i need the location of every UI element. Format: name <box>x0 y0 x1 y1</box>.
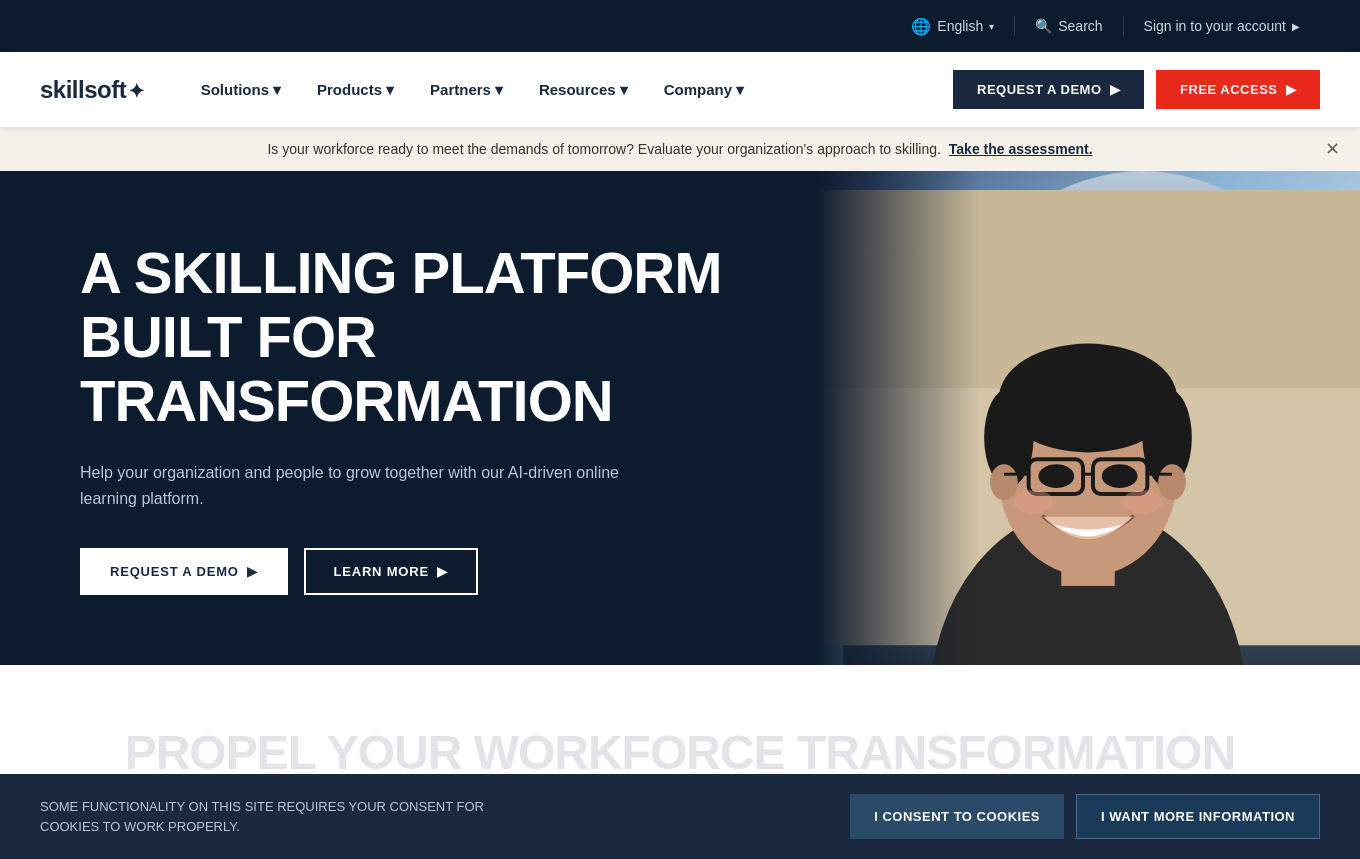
signin-arrow: ▶ <box>1292 21 1300 32</box>
hero-gradient-overlay <box>816 171 1360 665</box>
cookie-banner: SOME FUNCTIONALITY ON THIS SITE REQUIRES… <box>0 774 1360 800</box>
logo-area[interactable]: skillsoft✦ <box>40 76 145 104</box>
search-label: Search <box>1058 18 1102 34</box>
demo-arrow-icon: ▶ <box>1110 82 1121 97</box>
free-arrow-icon: ▶ <box>1286 82 1297 97</box>
more-info-button[interactable]: I WANT MORE INFORMATION <box>1076 794 1320 800</box>
request-demo-button[interactable]: REQUEST A DEMO ▶ <box>953 70 1144 109</box>
nav-item-products[interactable]: Products ▾ <box>301 73 410 107</box>
nav-item-company[interactable]: Company ▾ <box>648 73 760 107</box>
search-icon: 🔍 <box>1035 18 1052 34</box>
chevron-down-icon: ▾ <box>620 81 628 99</box>
hero-learn-button[interactable]: LEARN MORE ▶ <box>304 548 478 595</box>
logo-asterisk: ✦ <box>128 80 145 102</box>
logo[interactable]: skillsoft✦ <box>40 76 145 104</box>
nav-cta-area: REQUEST A DEMO ▶ FREE ACCESS ▶ <box>953 70 1320 109</box>
hero-demo-arrow-icon: ▶ <box>247 564 258 579</box>
nav-items: Solutions ▾ Products ▾ Partners ▾ Resour… <box>185 73 953 107</box>
chevron-down-icon: ▾ <box>736 81 744 99</box>
announcement-link[interactable]: Take the assessment. <box>949 141 1093 157</box>
nav-item-partners[interactable]: Partners ▾ <box>414 73 519 107</box>
announcement-text: Is your workforce ready to meet the dema… <box>267 141 940 157</box>
language-selector[interactable]: 🌐 English ▾ <box>891 17 1014 36</box>
nav-item-resources[interactable]: Resources ▾ <box>523 73 644 107</box>
logo-text: skillsoft✦ <box>40 76 145 104</box>
banner-close-button[interactable]: ✕ <box>1325 138 1340 160</box>
chevron-down-icon: ▾ <box>273 81 281 99</box>
language-label: English <box>937 18 983 34</box>
signin-label: Sign in to your account <box>1144 18 1286 34</box>
announcement-banner: Is your workforce ready to meet the dema… <box>0 127 1360 171</box>
top-bar: 🌐 English ▾ 🔍 Search Sign in to your acc… <box>0 0 1360 52</box>
cookie-text: SOME FUNCTIONALITY ON THIS SITE REQUIRES… <box>40 797 540 800</box>
below-hero-title: PROPEL YOUR WORKFORCE TRANSFORMATION <box>40 725 1320 780</box>
hero-subtitle: Help your organization and people to gro… <box>80 460 640 511</box>
consent-to-cookies-button[interactable]: I CONSENT TO COOKIES <box>850 794 1064 800</box>
hero-buttons: REQUEST A DEMO ▶ LEARN MORE ▶ <box>80 548 756 595</box>
language-chevron: ▾ <box>989 21 994 32</box>
hero-content: A SKILLING PLATFORM BUILT FOR TRANSFORMA… <box>0 171 816 665</box>
hero-demo-button[interactable]: REQUEST A DEMO ▶ <box>80 548 288 595</box>
globe-icon: 🌐 <box>911 17 931 36</box>
search-button[interactable]: 🔍 Search <box>1015 18 1122 34</box>
nav-item-solutions[interactable]: Solutions ▾ <box>185 73 297 107</box>
hero-image-area <box>816 171 1360 665</box>
cookie-buttons: I CONSENT TO COOKIES I WANT MORE INFORMA… <box>850 794 1320 800</box>
hero-section: A SKILLING PLATFORM BUILT FOR TRANSFORMA… <box>0 171 1360 665</box>
chevron-down-icon: ▾ <box>386 81 394 99</box>
chevron-down-icon: ▾ <box>495 81 503 99</box>
signin-link[interactable]: Sign in to your account ▶ <box>1124 18 1320 34</box>
main-nav: skillsoft✦ Solutions ▾ Products ▾ Partne… <box>0 52 1360 127</box>
free-access-button[interactable]: FREE ACCESS ▶ <box>1156 70 1320 109</box>
hero-learn-arrow-icon: ▶ <box>437 564 448 579</box>
hero-title: A SKILLING PLATFORM BUILT FOR TRANSFORMA… <box>80 241 756 432</box>
